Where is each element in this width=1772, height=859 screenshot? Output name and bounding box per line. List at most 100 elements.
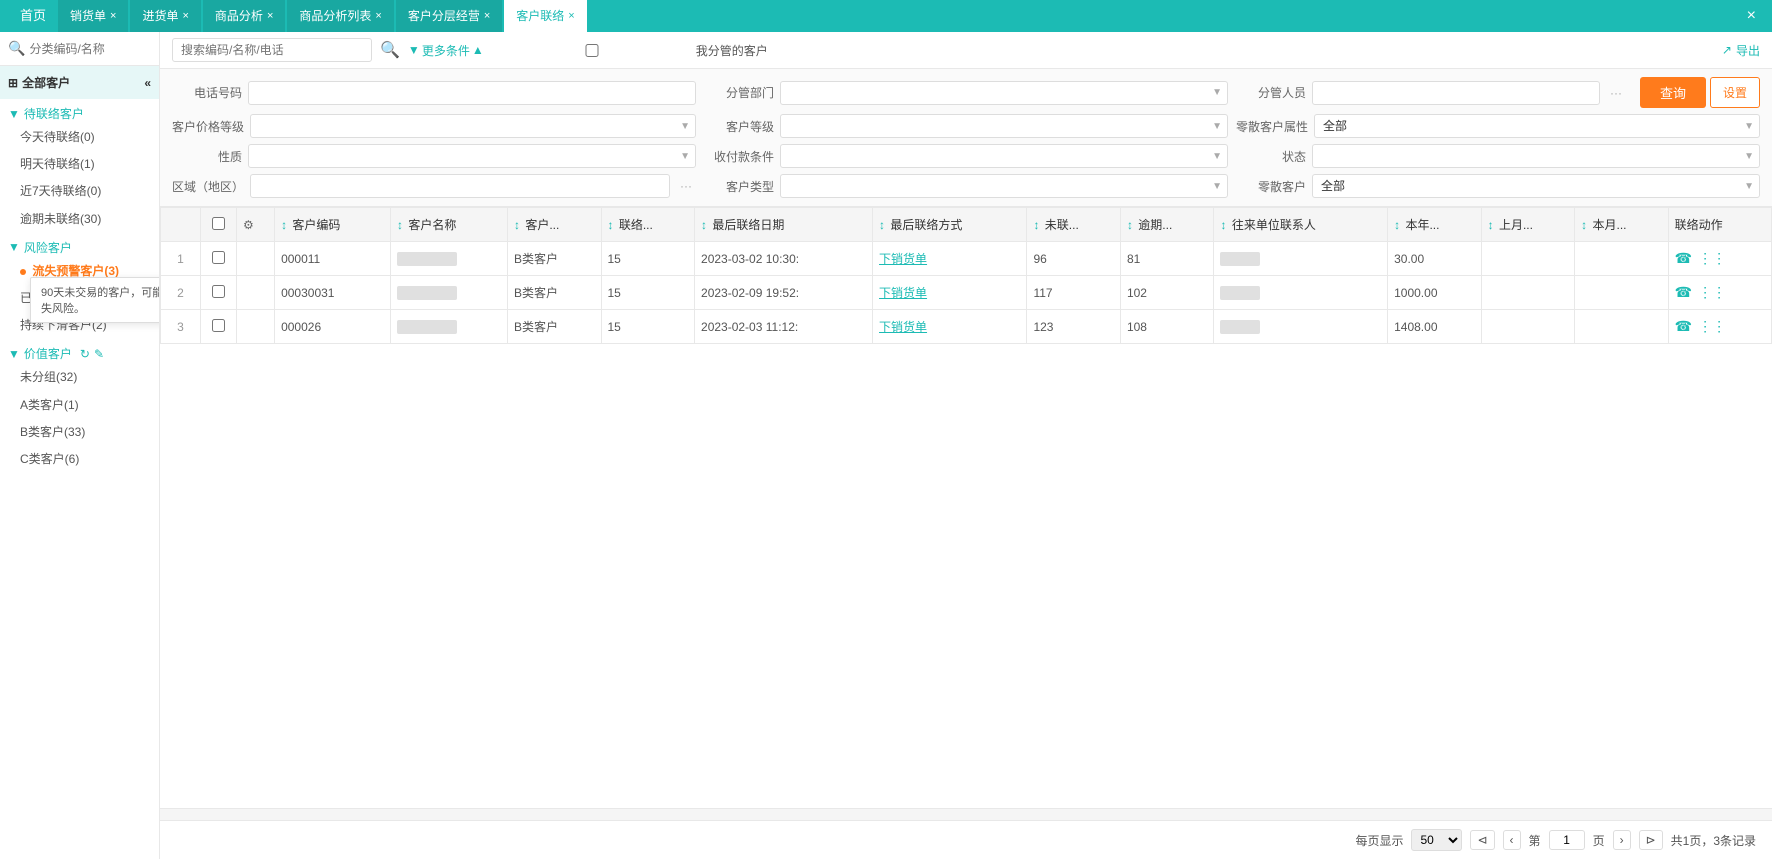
- page-input[interactable]: [1549, 830, 1585, 850]
- select-all-checkbox[interactable]: [212, 217, 225, 230]
- col-sort-last-date[interactable]: ↕: [701, 218, 707, 232]
- col-header-overdue[interactable]: ↕ 逾期...: [1120, 208, 1214, 242]
- search-button[interactable]: 🔍: [380, 40, 400, 60]
- col-sort-unit-contact[interactable]: ↕: [1220, 218, 1226, 232]
- first-page-button[interactable]: ⊲: [1470, 830, 1494, 850]
- nav-tab-sales-close[interactable]: ×: [110, 0, 116, 32]
- sidebar-collapse-icon[interactable]: «: [144, 76, 151, 90]
- region-input[interactable]: [250, 174, 670, 198]
- nav-tab-purchase-close[interactable]: ×: [182, 0, 188, 32]
- horizontal-scrollbar[interactable]: [160, 808, 1772, 820]
- row-last-method-link[interactable]: 下销货单: [879, 252, 927, 266]
- sidebar-item-tomorrow[interactable]: 明天待联络(1): [0, 151, 159, 178]
- col-header-this-month[interactable]: ↕ 本月...: [1575, 208, 1669, 242]
- settings-button[interactable]: 设置: [1710, 77, 1760, 108]
- contact-icon[interactable]: ☎: [1675, 250, 1692, 267]
- col-header-this-year[interactable]: ↕ 本年...: [1388, 208, 1482, 242]
- region-more-btn[interactable]: ···: [676, 179, 696, 193]
- sidebar-item-ungrouped[interactable]: 未分组(32): [0, 364, 159, 391]
- sidebar-item-week[interactable]: 近7天待联络(0): [0, 178, 159, 205]
- row-check[interactable]: [201, 242, 237, 276]
- row-last-method-link[interactable]: 下销货单: [879, 286, 927, 300]
- payment-select[interactable]: [780, 144, 1228, 168]
- sidebar-item-class-b[interactable]: B类客户(33): [0, 419, 159, 446]
- sidebar-item-today[interactable]: 今天待联络(0): [0, 124, 159, 151]
- nav-tab-analysis[interactable]: 商品分析 ×: [203, 0, 285, 32]
- col-header-unit-contact[interactable]: ↕ 往来单位联系人: [1214, 208, 1388, 242]
- price-level-select[interactable]: [250, 114, 696, 138]
- sidebar-search-input[interactable]: [29, 42, 160, 56]
- contact-icon[interactable]: ☎: [1675, 318, 1692, 335]
- row-check[interactable]: [201, 276, 237, 310]
- per-page-select[interactable]: 50 100: [1411, 829, 1462, 851]
- value-edit-icon[interactable]: ✎: [94, 347, 104, 361]
- more-actions-icon[interactable]: ⋮⋮: [1698, 318, 1726, 335]
- nav-tab-customer-contact[interactable]: 客户联络 ×: [504, 0, 586, 32]
- sidebar-section-value[interactable]: ▼ 价值客户 ↻ ✎: [0, 339, 159, 364]
- nav-tab-analysis-close[interactable]: ×: [267, 0, 273, 32]
- last-page-button[interactable]: ⊳: [1639, 830, 1663, 850]
- zero-cust-select[interactable]: 全部: [1312, 174, 1760, 198]
- query-button[interactable]: 查询: [1640, 77, 1706, 108]
- grade-select[interactable]: [780, 114, 1228, 138]
- col-sort-contact[interactable]: ↕: [608, 218, 614, 232]
- person-more-btn[interactable]: ···: [1606, 86, 1626, 100]
- col-header-last-month[interactable]: ↕ 上月...: [1481, 208, 1575, 242]
- person-input[interactable]: [1312, 81, 1600, 105]
- zero-attr-select[interactable]: 全部: [1314, 114, 1760, 138]
- col-header-last-date[interactable]: ↕ 最后联络日期: [695, 208, 873, 242]
- col-sort-type[interactable]: ↕: [514, 218, 520, 232]
- status-select[interactable]: [1312, 144, 1760, 168]
- ctype-select[interactable]: [780, 174, 1228, 198]
- row-last-method-link[interactable]: 下销货单: [879, 320, 927, 334]
- table-settings-icon[interactable]: ⚙: [243, 218, 254, 232]
- more-actions-icon[interactable]: ⋮⋮: [1698, 250, 1726, 267]
- search-input[interactable]: [172, 38, 372, 62]
- sidebar-section-risk[interactable]: ▼ 风险客户: [0, 233, 159, 258]
- row-check[interactable]: [201, 310, 237, 344]
- prev-page-button[interactable]: ‹: [1503, 830, 1521, 850]
- nature-select[interactable]: [248, 144, 696, 168]
- value-refresh-icon[interactable]: ↻: [80, 347, 90, 361]
- contact-icon[interactable]: ☎: [1675, 284, 1692, 301]
- col-header-uncontacted[interactable]: ↕ 未联...: [1027, 208, 1121, 242]
- nav-tab-analysis-list[interactable]: 商品分析列表 ×: [287, 0, 393, 32]
- row-checkbox[interactable]: [212, 251, 225, 264]
- sidebar-section-pending[interactable]: ▼ 待联络客户: [0, 99, 159, 124]
- col-sort-uncontacted[interactable]: ↕: [1033, 218, 1039, 232]
- sidebar-item-class-a[interactable]: A类客户(1): [0, 392, 159, 419]
- export-button[interactable]: ↗ 导出: [1722, 42, 1760, 59]
- col-sort-last-method[interactable]: ↕: [879, 218, 885, 232]
- col-sort-this-month[interactable]: ↕: [1581, 218, 1587, 232]
- col-header-last-method[interactable]: ↕ 最后联络方式: [873, 208, 1027, 242]
- window-close-button[interactable]: ×: [1739, 7, 1764, 25]
- more-actions-icon[interactable]: ⋮⋮: [1698, 284, 1726, 301]
- nav-tab-sales[interactable]: 销货单 ×: [58, 0, 128, 32]
- nav-tab-customer-tier-close[interactable]: ×: [484, 0, 490, 32]
- nav-home[interactable]: 首页: [8, 0, 58, 32]
- more-conditions-button[interactable]: ▼ 更多条件 ▲: [408, 42, 484, 59]
- sidebar-item-overdue[interactable]: 逾期未联络(30): [0, 206, 159, 233]
- col-sort-name[interactable]: ↕: [397, 218, 403, 232]
- nav-tab-purchase[interactable]: 进货单 ×: [130, 0, 200, 32]
- phone-input[interactable]: [248, 81, 696, 105]
- row-checkbox[interactable]: [212, 285, 225, 298]
- nav-tab-customer-contact-close[interactable]: ×: [568, 0, 574, 32]
- col-header-contact[interactable]: ↕ 联络...: [601, 208, 695, 242]
- col-sort-last-month[interactable]: ↕: [1488, 218, 1494, 232]
- sidebar-item-class-c[interactable]: C类客户(6): [0, 446, 159, 473]
- col-header-code[interactable]: ↕ 客户编码: [275, 208, 391, 242]
- col-header-settings[interactable]: ⚙: [237, 208, 275, 242]
- col-sort-this-year[interactable]: ↕: [1394, 218, 1400, 232]
- col-sort-overdue[interactable]: ↕: [1127, 218, 1133, 232]
- dept-select[interactable]: [780, 81, 1228, 105]
- my-customers-filter[interactable]: 我分管的客户: [492, 42, 768, 59]
- my-customers-checkbox[interactable]: [492, 44, 692, 57]
- next-page-button[interactable]: ›: [1613, 830, 1631, 850]
- nav-tab-customer-tier[interactable]: 客户分层经营 ×: [396, 0, 502, 32]
- col-header-type[interactable]: ↕ 客户...: [507, 208, 601, 242]
- nav-tab-analysis-list-close[interactable]: ×: [375, 0, 381, 32]
- col-sort-code[interactable]: ↕: [281, 218, 287, 232]
- sidebar-all-customers[interactable]: ⊞ 全部客户 «: [0, 66, 159, 99]
- row-checkbox[interactable]: [212, 319, 225, 332]
